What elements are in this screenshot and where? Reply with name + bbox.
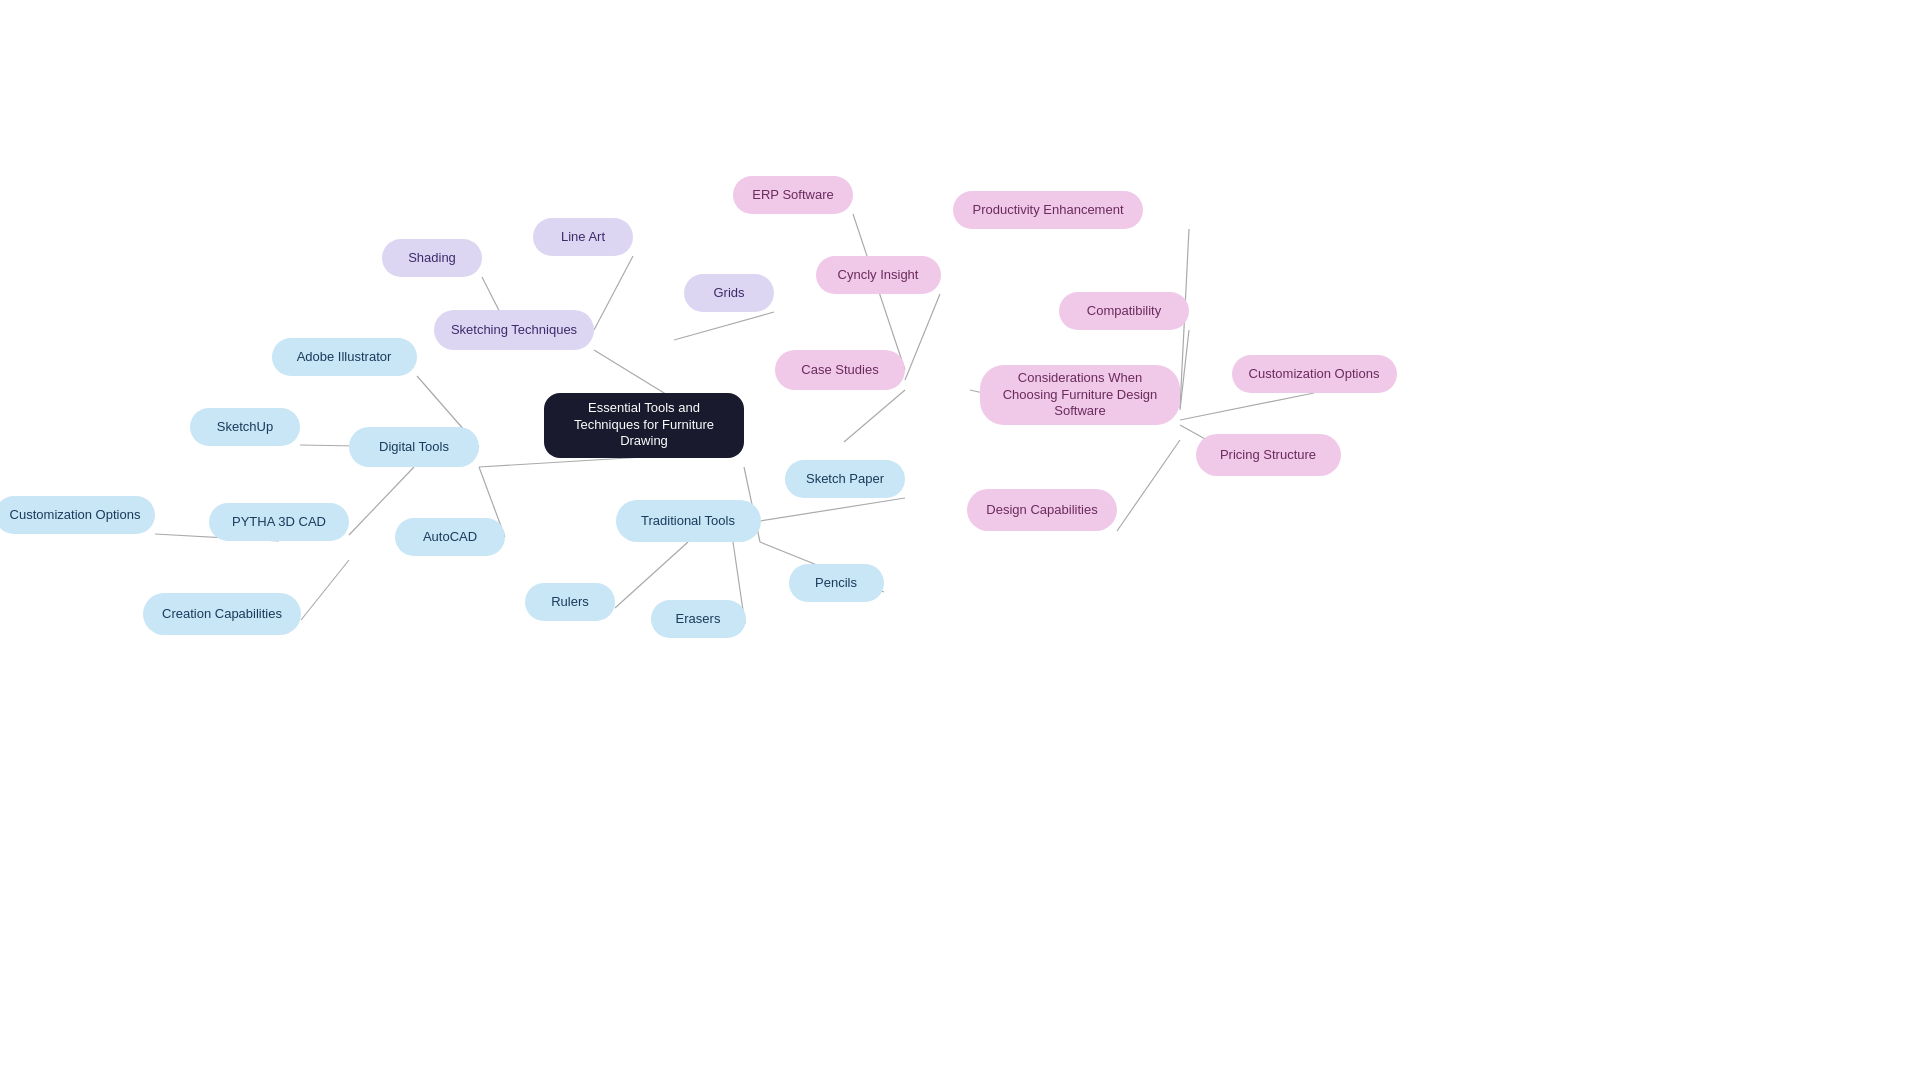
node-design_capabilities[interactable]: Design Capabilities (967, 489, 1117, 531)
node-traditional_tools[interactable]: Traditional Tools (616, 500, 761, 542)
node-label-productivity_enhancement: Productivity Enhancement (968, 200, 1127, 221)
node-label-pricing_structure: Pricing Structure (1216, 445, 1320, 466)
node-central[interactable]: Essential Tools and Techniques for Furni… (544, 393, 744, 458)
svg-line-4 (594, 256, 633, 330)
node-label-adobe_illustrator: Adobe Illustrator (293, 347, 396, 368)
node-sketchup[interactable]: SketchUp (190, 408, 300, 446)
node-pricing_structure[interactable]: Pricing Structure (1196, 434, 1341, 476)
node-rulers[interactable]: Rulers (525, 583, 615, 621)
node-label-line_art: Line Art (557, 227, 609, 248)
node-sketching_techniques[interactable]: Sketching Techniques (434, 310, 594, 350)
node-label-pencils: Pencils (811, 573, 861, 594)
node-compatibility[interactable]: Compatibility (1059, 292, 1189, 330)
node-label-digital_tools: Digital Tools (375, 437, 453, 458)
svg-line-3 (844, 390, 905, 442)
svg-line-13 (760, 498, 905, 521)
mind-map-connections (0, 0, 1920, 1083)
node-sketch_paper[interactable]: Sketch Paper (785, 460, 905, 498)
node-productivity_enhancement[interactable]: Productivity Enhancement (953, 191, 1143, 229)
node-considerations[interactable]: Considerations When Choosing Furniture D… (980, 365, 1180, 425)
svg-line-15 (615, 542, 688, 608)
node-label-rulers: Rulers (547, 592, 593, 613)
node-label-grids: Grids (709, 283, 748, 304)
svg-line-24 (1117, 440, 1180, 531)
svg-line-23 (1180, 393, 1314, 420)
node-label-shading: Shading (404, 248, 460, 269)
node-label-pytha_3d_cad: PYTHA 3D CAD (228, 512, 330, 533)
svg-line-18 (905, 294, 940, 380)
node-pytha_3d_cad[interactable]: PYTHA 3D CAD (209, 503, 349, 541)
node-customization_options_right[interactable]: Customization Options (1232, 355, 1397, 393)
node-label-erp_software: ERP Software (748, 185, 837, 206)
node-case_studies[interactable]: Case Studies (775, 350, 905, 390)
node-digital_tools[interactable]: Digital Tools (349, 427, 479, 467)
node-label-creation_capabilities: Creation Capabilities (158, 604, 286, 625)
node-label-customization_options_right: Customization Options (1245, 364, 1384, 385)
node-erp_software[interactable]: ERP Software (733, 176, 853, 214)
node-label-traditional_tools: Traditional Tools (637, 511, 739, 532)
svg-line-6 (674, 312, 774, 340)
node-adobe_illustrator[interactable]: Adobe Illustrator (272, 338, 417, 376)
node-label-sketch_paper: Sketch Paper (802, 469, 888, 490)
node-grids[interactable]: Grids (684, 274, 774, 312)
node-pencils[interactable]: Pencils (789, 564, 884, 602)
node-label-compatibility: Compatibility (1083, 301, 1165, 322)
node-customization_options_left[interactable]: Customization Options (0, 496, 155, 534)
node-shading[interactable]: Shading (382, 239, 482, 277)
node-creation_capabilities[interactable]: Creation Capabilities (143, 593, 301, 635)
node-label-considerations: Considerations When Choosing Furniture D… (988, 368, 1172, 423)
node-line_art[interactable]: Line Art (533, 218, 633, 256)
node-cyncly_insight[interactable]: Cyncly Insight (816, 256, 941, 294)
node-erasers[interactable]: Erasers (651, 600, 746, 638)
node-label-design_capabilities: Design Capabilities (982, 500, 1101, 521)
svg-line-12 (301, 560, 349, 620)
svg-line-1 (479, 457, 644, 467)
node-label-cyncly_insight: Cyncly Insight (834, 265, 923, 286)
node-autocad[interactable]: AutoCAD (395, 518, 505, 556)
node-label-sketchup: SketchUp (213, 417, 277, 438)
node-label-customization_options_left: Customization Options (6, 505, 145, 526)
node-label-case_studies: Case Studies (797, 360, 882, 381)
svg-line-21 (1180, 330, 1189, 410)
node-label-erasers: Erasers (672, 609, 725, 630)
node-label-sketching_techniques: Sketching Techniques (447, 320, 581, 341)
node-label-central: Essential Tools and Techniques for Furni… (554, 398, 734, 453)
node-label-autocad: AutoCAD (419, 527, 481, 548)
